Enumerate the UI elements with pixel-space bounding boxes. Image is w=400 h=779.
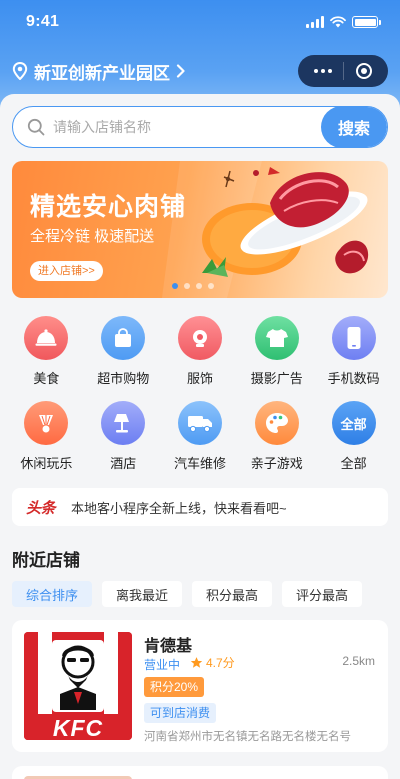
shop-name: 肯德基 — [144, 638, 193, 655]
battery-icon — [352, 16, 381, 28]
sort-points[interactable]: 积分最高 — [192, 581, 273, 607]
shop-status: 营业中 — [144, 658, 181, 672]
category-label: 休闲玩乐 — [20, 456, 73, 471]
status-icons — [306, 16, 381, 28]
headline-logo-a: 头 — [26, 499, 41, 517]
badminton-icon — [24, 401, 69, 445]
headline-logo-b: 条 — [40, 499, 56, 517]
carousel-dot-active — [172, 283, 178, 289]
category-food[interactable]: 美食 — [8, 316, 85, 387]
category-all[interactable]: 全部 全部 — [315, 401, 392, 472]
location-pin-icon — [12, 62, 28, 80]
search-bar: 搜索 — [12, 106, 388, 148]
carousel-dot — [184, 283, 190, 289]
category-label: 摄影广告 — [250, 371, 303, 386]
sort-nearest[interactable]: 离我最近 — [102, 581, 183, 607]
category-car-repair[interactable]: 汽车维修 — [162, 401, 239, 472]
signal-icon — [306, 16, 324, 28]
sort-comprehensive[interactable]: 综合排序 — [12, 581, 93, 607]
sort-tabs: 综合排序 离我最近 积分最高 评分最高 — [12, 581, 363, 607]
rating-value: 4.7分 — [206, 656, 235, 670]
category-leisure[interactable]: 休闲玩乐 — [8, 401, 85, 472]
miniprogram-capsule — [298, 55, 388, 87]
category-label: 汽车维修 — [173, 456, 226, 471]
lamp-icon — [101, 401, 146, 445]
palette-icon — [254, 401, 299, 445]
status-time: 9:41 — [26, 13, 60, 30]
capsule-divider — [343, 62, 345, 80]
shop-distance: 2.5km — [342, 654, 375, 668]
headline-logo: 头条 — [26, 497, 56, 518]
location-selector[interactable]: 新亚创新产业园区 — [12, 59, 186, 84]
phone-icon — [331, 316, 376, 360]
kfc-logo-text: KFC — [52, 715, 104, 740]
carousel-dot — [208, 283, 214, 289]
category-grid: 美食 超市购物 服饰 摄影广告 手机数码 休闲玩乐 酒店 汽车维修 亲子游戏 全… — [8, 316, 392, 472]
announcement-bar[interactable]: 头条 本地客小程序全新上线，快来看看吧~ — [12, 488, 388, 526]
instore-badge: 可到店消费 — [144, 703, 217, 723]
announcement-text: 本地客小程序全新上线，快来看看吧~ — [71, 500, 287, 516]
location-label: 新亚创新产业园区 — [34, 63, 170, 83]
promo-banner[interactable]: 精选安心肉铺 全程冷链 极速配送 进入店铺>> — [12, 161, 388, 298]
category-hotel[interactable]: 酒店 — [85, 401, 162, 472]
category-label: 美食 — [33, 371, 60, 386]
category-photo-ads[interactable]: 摄影广告 — [238, 316, 315, 387]
category-label: 亲子游戏 — [250, 456, 303, 471]
more-icon[interactable] — [313, 69, 332, 73]
category-supermarket[interactable]: 超市购物 — [85, 316, 162, 387]
shop-rating: 4.7分 — [190, 654, 235, 671]
category-clothing[interactable]: 服饰 — [162, 316, 239, 387]
carousel-dot — [196, 283, 202, 289]
enter-shop-button[interactable]: 进入店铺>> — [30, 261, 103, 281]
shop-address: 河南省郑州市无名镇无名路无名楼无名号 — [144, 731, 351, 743]
carousel-indicator — [172, 283, 214, 289]
category-label: 全部 — [340, 456, 367, 471]
nav-row: 新亚创新产业园区 — [12, 54, 388, 88]
sort-rating[interactable]: 评分最高 — [282, 581, 363, 607]
category-label: 服饰 — [186, 371, 213, 386]
star-icon — [190, 657, 203, 668]
category-label: 手机数码 — [327, 371, 380, 386]
kfc-logo: KFC — [24, 632, 132, 740]
shop-card[interactable]: KFC 肯德基 营业中 4.7分 2.5km 积分20% 可到店消费 河南省郑州… — [12, 620, 388, 752]
banner-title: 精选安心肉铺 — [30, 193, 187, 221]
nearby-title: 附近店铺 — [12, 551, 80, 570]
category-label: 超市购物 — [97, 371, 150, 386]
category-family-games[interactable]: 亲子游戏 — [238, 401, 315, 472]
wifi-icon — [330, 16, 346, 28]
search-button[interactable]: 搜索 — [321, 107, 387, 147]
chevron-right-icon — [176, 64, 185, 78]
banner-subtitle: 全程冷链 极速配送 — [30, 228, 155, 245]
search-input[interactable] — [45, 119, 321, 135]
category-label: 酒店 — [110, 456, 137, 471]
tshirt-icon — [254, 316, 299, 360]
shopping-bag-icon — [101, 316, 146, 360]
cloche-icon — [24, 316, 69, 360]
shop-card-partial[interactable] — [12, 766, 388, 779]
points-badge: 积分20% — [144, 677, 205, 697]
close-target-icon[interactable] — [356, 63, 373, 79]
all-icon: 全部 — [331, 401, 376, 445]
status-bar: 9:41 — [0, 0, 400, 44]
search-icon — [27, 118, 45, 136]
hanger-icon — [177, 316, 222, 360]
truck-icon — [177, 401, 222, 445]
all-icon-text: 全部 — [340, 416, 367, 432]
category-digital[interactable]: 手机数码 — [315, 316, 392, 387]
